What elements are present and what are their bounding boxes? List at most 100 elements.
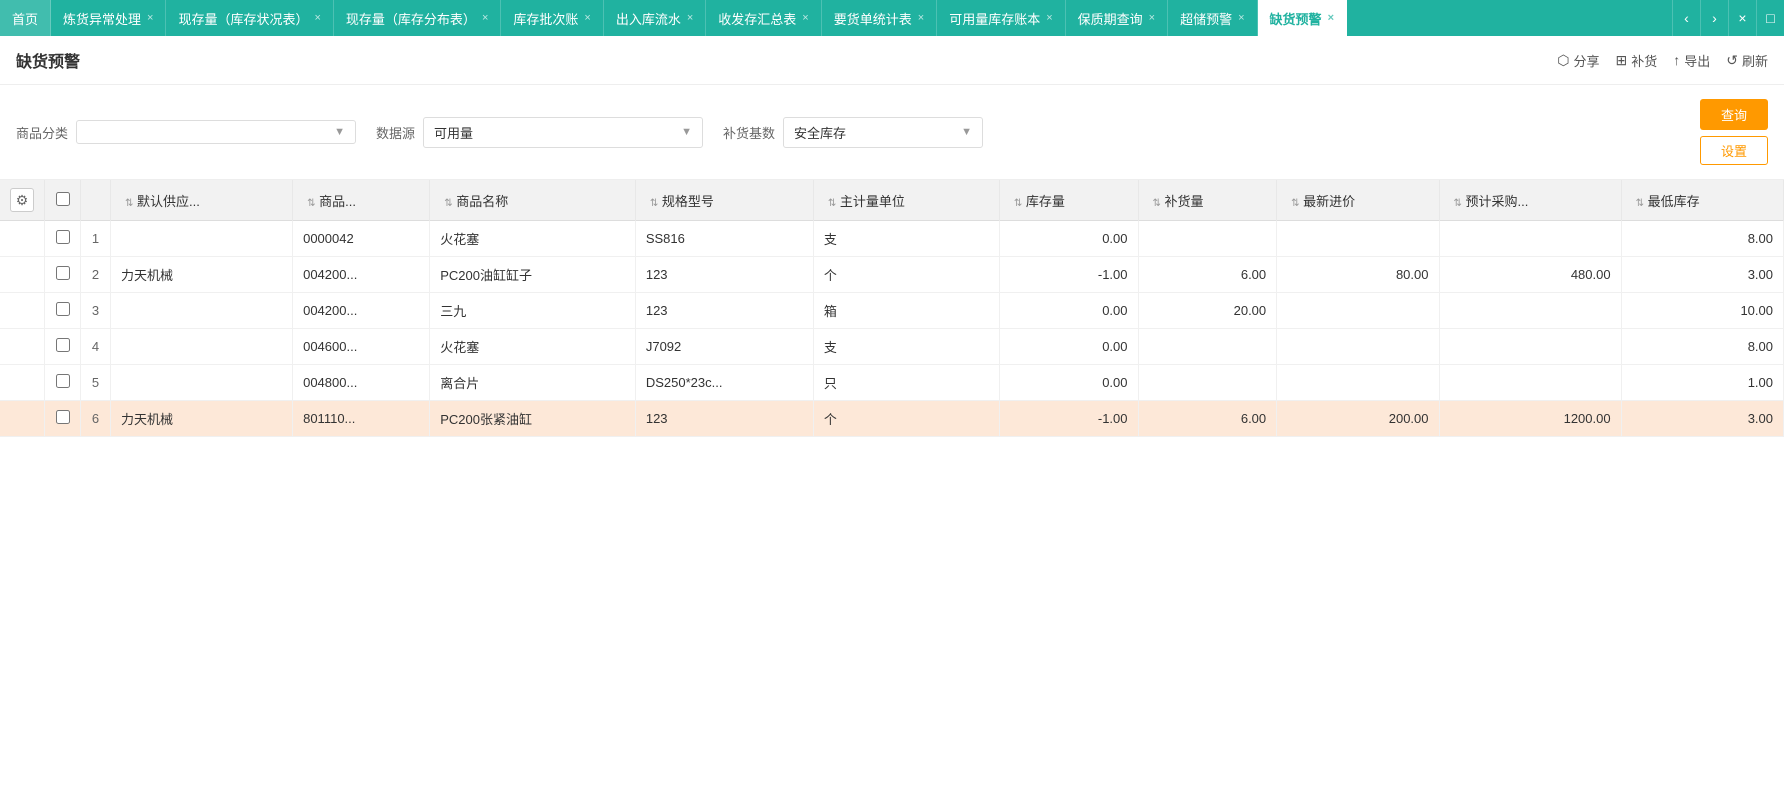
close-tab-batch-account[interactable]: × — [584, 12, 590, 24]
row-latest-price-0 — [1277, 221, 1439, 257]
row-checkbox-1[interactable] — [56, 266, 70, 280]
row-latest-price-4 — [1277, 365, 1439, 401]
base-select[interactable]: 安全库存 ▼ — [783, 117, 983, 148]
row-spec-2: 123 — [635, 293, 813, 329]
row-product-code-4: 004800... — [293, 365, 430, 401]
refresh-button[interactable]: ↺ 刷新 — [1726, 51, 1768, 70]
row-latest-price-1: 80.00 — [1277, 257, 1439, 293]
close-tab-inventory-dist[interactable]: × — [482, 12, 488, 24]
col-header-product-code: ⇅ 商品... — [293, 180, 430, 221]
row-spec-5: 123 — [635, 401, 813, 437]
row-est-purchase-0 — [1439, 221, 1621, 257]
nav-expand-button[interactable]: □ — [1756, 0, 1784, 36]
top-nav: 首页 炼货异常处理 × 现存量（库存状况表） × 现存量（库存分布表） × 库存… — [0, 0, 1784, 36]
datasource-dropdown-icon: ▼ — [681, 126, 692, 138]
settings-button[interactable]: 设置 — [1700, 136, 1768, 165]
query-button[interactable]: 查询 — [1700, 99, 1768, 130]
tab-flow[interactable]: 出入库流水 × — [604, 0, 706, 36]
tab-shortage[interactable]: 缺货预警 × — [1258, 0, 1347, 36]
close-tab-flow[interactable]: × — [687, 12, 693, 24]
table-gear-icon[interactable]: ⚙ — [10, 188, 34, 212]
tab-req-stat[interactable]: 要货单统计表 × — [822, 0, 937, 36]
tab-inventory-dist[interactable]: 现存量（库存分布表） × — [334, 0, 501, 36]
header-actions: ⬡ 分享 ⊞ 补货 ↑ 导出 ↺ 刷新 — [1557, 51, 1768, 70]
tab-abnormal[interactable]: 炼货异常处理 × — [51, 0, 166, 36]
sort-icon-product-code: ⇅ — [307, 198, 315, 209]
row-replenish-5: 6.00 — [1138, 401, 1277, 437]
row-num-4: 5 — [81, 365, 111, 401]
sort-icon-stock: ⇅ — [1014, 198, 1022, 209]
select-all-checkbox[interactable] — [56, 192, 70, 206]
sort-icon-product-name: ⇅ — [444, 198, 452, 209]
row-checkbox-3[interactable] — [56, 338, 70, 352]
close-tab-expiry[interactable]: × — [1149, 12, 1155, 24]
close-tab-overstock[interactable]: × — [1238, 12, 1244, 24]
tab-inventory-status[interactable]: 现存量（库存状况表） × — [166, 0, 333, 36]
replenish-button[interactable]: ⊞ 补货 — [1615, 51, 1657, 70]
tab-batch-account[interactable]: 库存批次账 × — [501, 0, 603, 36]
category-dropdown-icon: ▼ — [334, 126, 345, 138]
datasource-select[interactable]: 可用量 ▼ — [423, 117, 703, 148]
row-spec-3: J7092 — [635, 329, 813, 365]
page-header: 缺货预警 ⬡ 分享 ⊞ 补货 ↑ 导出 ↺ 刷新 — [0, 36, 1784, 85]
row-supplier-0 — [111, 221, 293, 257]
row-checkbox-4[interactable] — [56, 374, 70, 388]
row-spec-1: 123 — [635, 257, 813, 293]
category-select[interactable]: ▼ — [76, 120, 356, 144]
row-latest-price-2 — [1277, 293, 1439, 329]
tab-home[interactable]: 首页 — [0, 0, 51, 36]
table-header-row: ⚙ ⇅ 默认供应... ⇅ 商品... ⇅ — [0, 180, 1784, 221]
nav-next-button[interactable]: › — [1700, 0, 1728, 36]
row-checkbox-0[interactable] — [56, 230, 70, 244]
row-checkbox-2[interactable] — [56, 302, 70, 316]
table-row: 5 004800... 离合片 DS250*23c... 只 0.00 1.00 — [0, 365, 1784, 401]
datasource-value: 可用量 — [434, 123, 473, 142]
row-unit-4: 只 — [813, 365, 999, 401]
tab-collect[interactable]: 收发存汇总表 × — [706, 0, 821, 36]
row-est-purchase-5: 1200.00 — [1439, 401, 1621, 437]
table-row: 2 力天机械 004200... PC200油缸缸子 123 个 -1.00 6… — [0, 257, 1784, 293]
close-tab-shortage[interactable]: × — [1328, 12, 1334, 24]
tab-overstock[interactable]: 超储预警 × — [1168, 0, 1257, 36]
col-header-unit: ⇅ 主计量单位 — [813, 180, 999, 221]
col-header-est-purchase: ⇅ 预计采购... — [1439, 180, 1621, 221]
row-check-2 — [45, 293, 81, 329]
row-checkbox-5[interactable] — [56, 410, 70, 424]
row-unit-5: 个 — [813, 401, 999, 437]
share-icon: ⬡ — [1557, 52, 1569, 69]
col-header-rownum — [81, 180, 111, 221]
row-supplier-2 — [111, 293, 293, 329]
datasource-filter-group: 数据源 可用量 ▼ — [376, 117, 703, 148]
row-latest-price-3 — [1277, 329, 1439, 365]
close-tab-inventory-status[interactable]: × — [314, 12, 320, 24]
row-min-stock-4: 1.00 — [1621, 365, 1783, 401]
nav-close-button[interactable]: × — [1728, 0, 1756, 36]
row-supplier-3 — [111, 329, 293, 365]
row-num-1: 2 — [81, 257, 111, 293]
row-unit-0: 支 — [813, 221, 999, 257]
export-button[interactable]: ↑ 导出 — [1673, 51, 1710, 70]
row-est-purchase-2 — [1439, 293, 1621, 329]
table-container: ⚙ ⇅ 默认供应... ⇅ 商品... ⇅ — [0, 180, 1784, 437]
row-product-name-5: PC200张紧油缸 — [430, 401, 636, 437]
col-header-latest-price: ⇅ 最新进价 — [1277, 180, 1439, 221]
row-stock-1: -1.00 — [999, 257, 1138, 293]
row-check-5 — [45, 401, 81, 437]
row-product-code-2: 004200... — [293, 293, 430, 329]
close-tab-available[interactable]: × — [1046, 12, 1052, 24]
close-tab-abnormal[interactable]: × — [147, 12, 153, 24]
row-stock-2: 0.00 — [999, 293, 1138, 329]
tab-available[interactable]: 可用量库存账本 × — [937, 0, 1065, 36]
row-est-purchase-3 — [1439, 329, 1621, 365]
nav-prev-button[interactable]: ‹ — [1672, 0, 1700, 36]
close-tab-collect[interactable]: × — [802, 12, 808, 24]
close-tab-req-stat[interactable]: × — [918, 12, 924, 24]
tab-expiry[interactable]: 保质期查询 × — [1066, 0, 1168, 36]
row-min-stock-2: 10.00 — [1621, 293, 1783, 329]
share-button[interactable]: ⬡ 分享 — [1557, 51, 1599, 70]
row-spec-4: DS250*23c... — [635, 365, 813, 401]
base-filter-group: 补货基数 安全库存 ▼ — [723, 117, 983, 148]
row-gear-2 — [0, 293, 45, 329]
row-min-stock-0: 8.00 — [1621, 221, 1783, 257]
refresh-icon: ↺ — [1726, 52, 1738, 69]
